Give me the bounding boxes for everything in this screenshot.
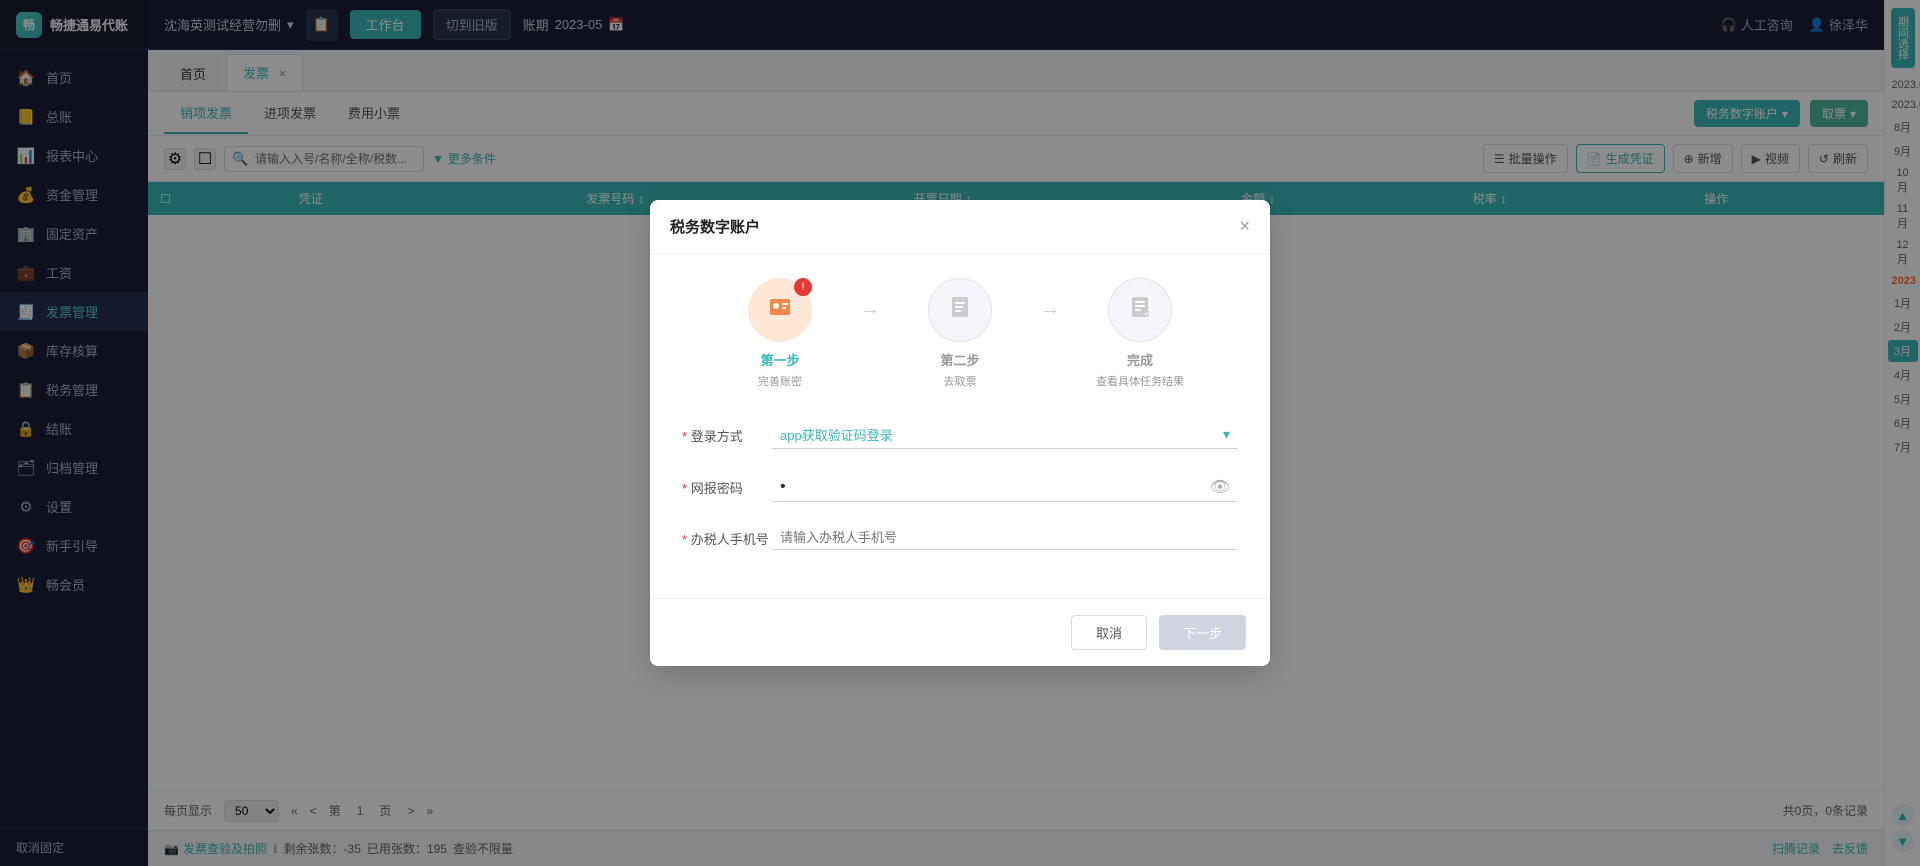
step-2-circle (928, 278, 992, 342)
login-method-row: * 登录方式 app获取验证码登录 ▾ (682, 421, 1238, 449)
next-button[interactable]: 下一步 (1159, 615, 1246, 650)
password-input[interactable] (780, 478, 1210, 496)
cancel-button[interactable]: 取消 (1071, 615, 1147, 650)
tax-digital-modal: 税务数字账户 × (650, 200, 1270, 666)
modal-close-btn[interactable]: × (1239, 216, 1250, 237)
password-input-wrap: 👁 (772, 473, 1238, 502)
step-3-desc: 查看具体任务结果 (1096, 373, 1184, 389)
step-3-circle (1108, 278, 1172, 342)
modal-overlay[interactable]: 税务数字账户 × (0, 0, 1920, 866)
step-2-icon (942, 289, 978, 332)
step-1: ! 第一步 完善账密 (700, 278, 860, 389)
phone-input[interactable] (772, 526, 1238, 550)
phone-required: * (682, 532, 687, 547)
step-3-icon (1122, 289, 1158, 332)
phone-row: * 办税人手机号 (682, 526, 1238, 550)
password-eye-icon[interactable]: 👁 (1210, 477, 1230, 497)
step-2-desc: 去取票 (944, 373, 977, 389)
step-1-circle: ! (748, 278, 812, 342)
step-1-error-badge: ! (794, 278, 812, 296)
login-method-label: * 登录方式 (682, 426, 772, 445)
login-method-select[interactable]: app获取验证码登录 ▾ (772, 421, 1238, 449)
modal-form: * 登录方式 app获取验证码登录 ▾ * 网报密码 (682, 421, 1238, 550)
step-arrow-1: → (860, 298, 880, 321)
password-label: * 网报密码 (682, 478, 772, 497)
password-label-text: 网报密码 (691, 481, 743, 496)
modal-title: 税务数字账户 (670, 216, 760, 237)
login-method-required: * (682, 429, 687, 444)
step-1-label: 第一步 (760, 350, 799, 369)
step-1-desc: 完善账密 (758, 373, 802, 389)
step-1-icon (762, 289, 798, 332)
step-2-label: 第二步 (940, 350, 979, 369)
password-row: * 网报密码 👁 (682, 473, 1238, 502)
phone-label: * 办税人手机号 (682, 529, 772, 548)
login-method-value: app获取验证码登录 (780, 425, 1223, 444)
login-method-label-text: 登录方式 (691, 429, 743, 444)
step-arrow-2: → (1040, 298, 1060, 321)
password-required: * (682, 481, 687, 496)
login-method-arrow-icon: ▾ (1223, 426, 1230, 443)
modal-body: ! 第一步 完善账密 → (650, 254, 1270, 598)
step-3: 完成 查看具体任务结果 (1060, 278, 1220, 389)
steps-container: ! 第一步 完善账密 → (682, 278, 1238, 389)
step-3-label: 完成 (1127, 350, 1153, 369)
modal-footer: 取消 下一步 (650, 598, 1270, 666)
modal-header: 税务数字账户 × (650, 200, 1270, 254)
step-2: 第二步 去取票 (880, 278, 1040, 389)
phone-label-text: 办税人手机号 (691, 532, 769, 547)
